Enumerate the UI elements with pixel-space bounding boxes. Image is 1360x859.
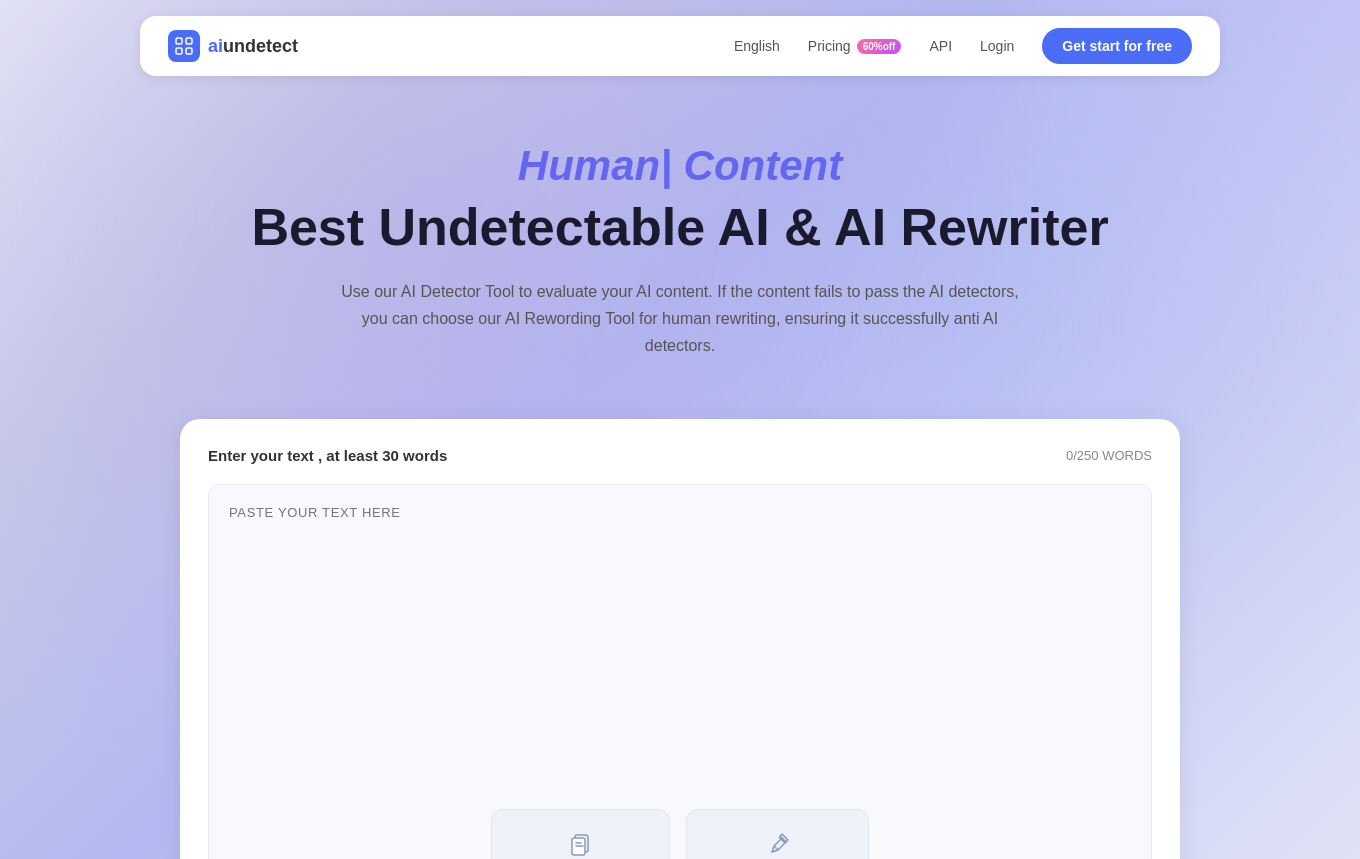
paste-icon [567,830,595,859]
tool-header: Enter your text , at least 30 words 0/25… [208,447,1152,464]
hero-subtitle: Human| Content [20,142,1340,190]
nav-api[interactable]: API [929,38,952,54]
tool-input-label: Enter your text , at least 30 words [208,447,447,464]
svg-rect-0 [176,38,182,44]
navbar: aiundetect English Pricing 60%off API Lo… [140,16,1220,76]
logo[interactable]: aiundetect [168,30,298,62]
nav-pricing[interactable]: Pricing 60%off [808,38,902,54]
svg-rect-1 [186,38,192,44]
textarea-actions: Paste Your Text Try Sample Text [229,809,1131,859]
textarea-wrapper[interactable]: Paste Your Text Try Sample Text [208,484,1152,859]
sample-icon [764,830,792,859]
pricing-badge: 60%off [857,39,902,54]
hero-title: Best Undetectable AI & AI Rewriter [20,198,1340,258]
paste-text-button[interactable]: Paste Your Text [491,809,670,859]
word-count: 0/250 WORDS [1066,448,1152,463]
try-sample-button[interactable]: Try Sample Text [686,809,868,859]
text-input[interactable] [229,505,1131,765]
nav-login[interactable]: Login [980,38,1014,54]
nav-english[interactable]: English [734,38,780,54]
nav-links: English Pricing 60%off API Login Get sta… [734,28,1192,64]
logo-text: aiundetect [208,36,298,57]
pricing-label: Pricing [808,38,851,54]
tool-card: Enter your text , at least 30 words 0/25… [180,419,1180,859]
hero-description: Use our AI Detector Tool to evaluate you… [340,278,1020,360]
svg-rect-3 [186,48,192,54]
get-started-button[interactable]: Get start for free [1042,28,1192,64]
svg-rect-2 [176,48,182,54]
hero-section: Human| Content Best Undetectable AI & AI… [0,92,1360,389]
logo-icon [168,30,200,62]
